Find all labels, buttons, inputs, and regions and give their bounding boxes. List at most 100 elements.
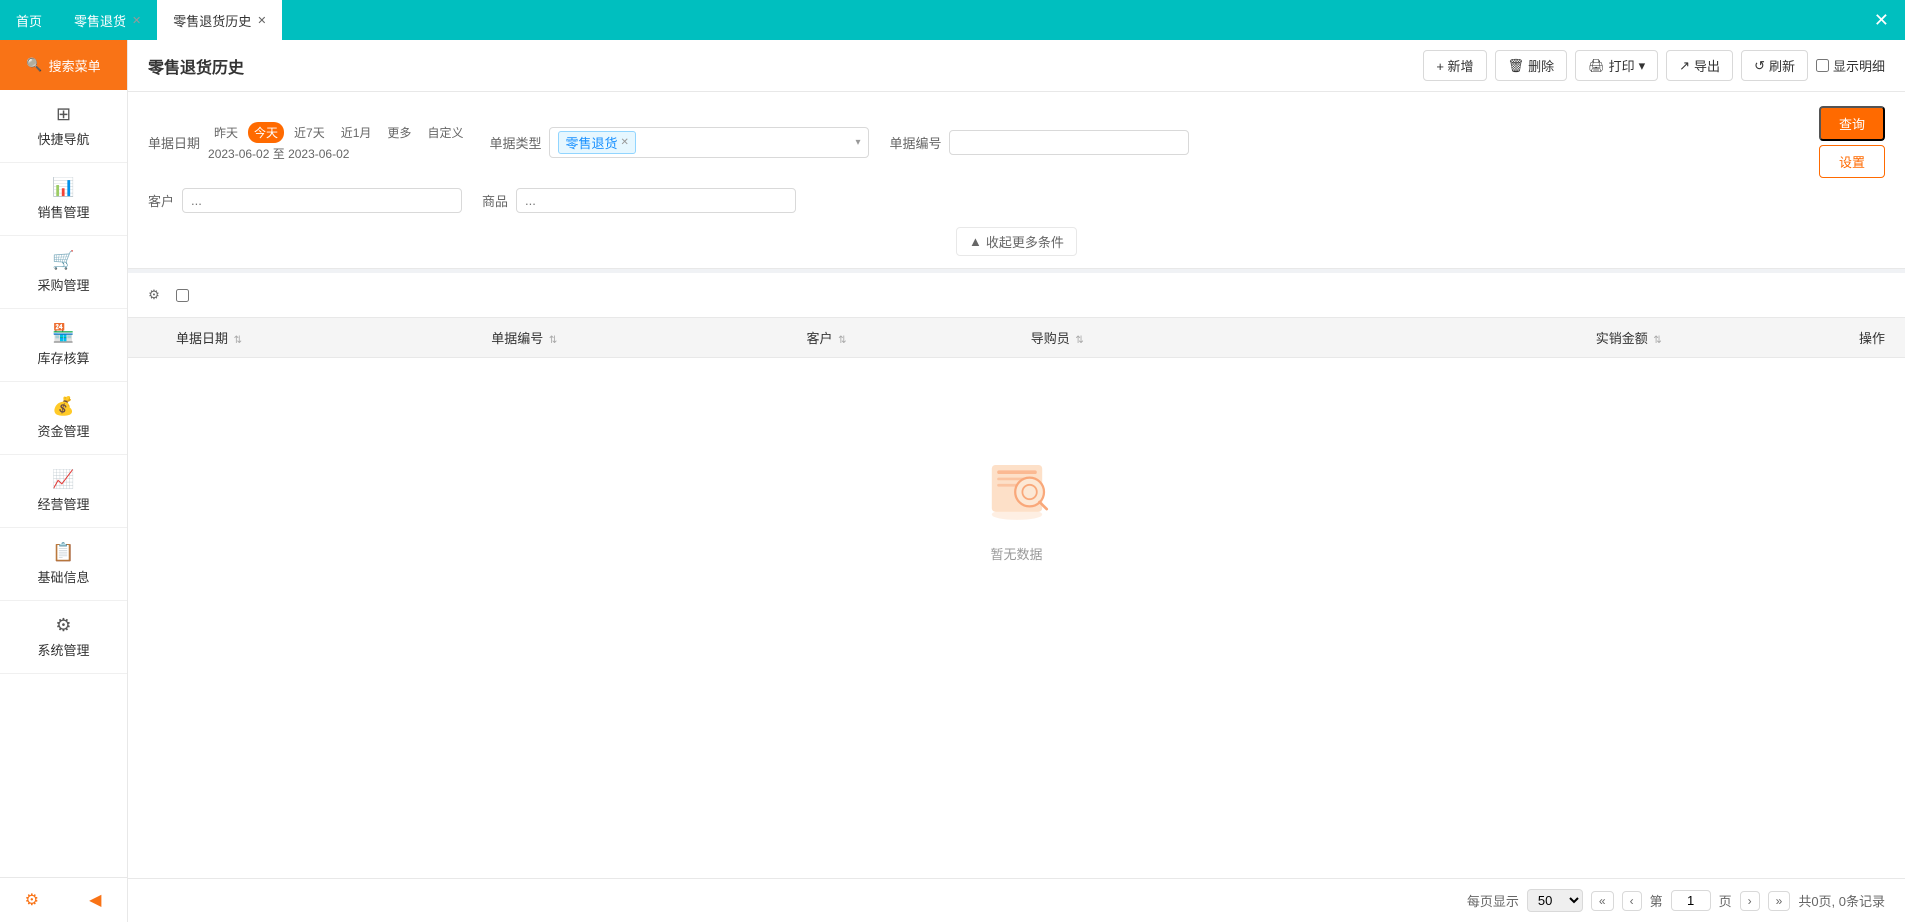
doc-type-arrow-icon: ▾: [855, 137, 860, 148]
date-range-display: 2023-06-02 至 2023-06-02: [208, 145, 469, 162]
filter-row-2: 客户 商品: [148, 188, 1885, 213]
th-amount[interactable]: 实销金额 ⇅: [1288, 318, 1701, 358]
filter-area: 单据日期 昨天 今天 近7天 近1月 更多 自定义 2023-06-02 至 2…: [128, 92, 1905, 269]
th-action: 操作: [1702, 318, 1905, 358]
per-page-select[interactable]: 10 20 50 100: [1527, 889, 1583, 912]
customer-label: 客户: [148, 191, 174, 210]
date-label: 单据日期: [148, 133, 200, 152]
page-end-label: 页: [1719, 891, 1732, 910]
sidebar-item-inventory-label: 库存核算: [37, 348, 89, 367]
first-page-button[interactable]: «: [1591, 891, 1614, 911]
table-head: 单据日期 ⇅ 单据编号 ⇅ 客户 ⇅: [128, 318, 1905, 358]
th-guide[interactable]: 导购员 ⇅: [1019, 318, 1289, 358]
search-icon: 🔍: [26, 57, 42, 73]
per-page-label: 每页显示: [1467, 891, 1519, 910]
doc-type-tag-close[interactable]: ✕: [620, 137, 628, 148]
display-detail-checkbox[interactable]: [1816, 59, 1829, 72]
header-actions: + 新增 🗑 删除 🖨 打印 ▾ ↗ 导出 ↺ 刷新: [1423, 50, 1885, 81]
sidebar-item-sales[interactable]: 📊 销售管理: [0, 163, 127, 236]
tab-home[interactable]: 首页: [0, 0, 58, 40]
table-settings-button[interactable]: ⚙: [140, 281, 168, 309]
sidebar-item-basic-info[interactable]: 📋 基础信息: [0, 528, 127, 601]
th-customer[interactable]: 客户 ⇅: [795, 318, 1019, 358]
top-bar: 首页 零售退货 ✕ 零售退货历史 ✕ ✕: [0, 0, 1905, 40]
sidebar-collapse-button[interactable]: ◀: [64, 878, 128, 922]
filter-customer: 客户: [148, 188, 462, 213]
sidebar-item-system[interactable]: ⚙ 系统管理: [0, 601, 127, 674]
page-label: 第: [1650, 891, 1663, 910]
sort-amount-icon: ⇅: [1653, 335, 1661, 346]
setting-button[interactable]: 设置: [1819, 145, 1885, 178]
sidebar-item-purchase-label: 采购管理: [37, 275, 89, 294]
date-shortcuts-group: 昨天 今天 近7天 近1月 更多 自定义 2023-06-02 至 2023-0…: [208, 122, 469, 162]
tab-retail-return-history-close[interactable]: ✕: [257, 14, 266, 27]
sidebar-item-operations-label: 经营管理: [37, 494, 89, 513]
page-header: 零售退货历史 + 新增 🗑 删除 🖨 打印 ▾ ↗ 导出: [128, 40, 1905, 92]
tab-retail-return[interactable]: 零售退货 ✕: [58, 0, 157, 40]
sidebar-item-operations[interactable]: 📈 经营管理: [0, 455, 127, 528]
empty-state-text: 暂无数据: [990, 544, 1042, 563]
sidebar-item-shortcuts[interactable]: ⊞ 快捷导航: [0, 90, 127, 163]
next-page-button[interactable]: ›: [1740, 891, 1760, 911]
print-icon: 🖨: [1588, 58, 1605, 74]
date-shortcut-7days[interactable]: 近7天: [288, 122, 331, 143]
empty-state-icon: [972, 438, 1062, 528]
sidebar-settings-button[interactable]: ⚙: [0, 878, 64, 922]
customer-input[interactable]: [182, 188, 462, 213]
print-button[interactable]: 🖨 打印 ▾: [1575, 50, 1658, 81]
refresh-button[interactable]: ↺ 刷新: [1741, 50, 1808, 81]
purchase-icon: 🛒: [52, 250, 74, 271]
inventory-icon: 🏪: [52, 323, 74, 344]
display-toggle[interactable]: 显示明细: [1816, 56, 1885, 75]
sort-guide-icon: ⇅: [1075, 335, 1083, 346]
sidebar-search[interactable]: 🔍 搜索菜单: [0, 40, 127, 90]
tab-retail-return-history[interactable]: 零售退货历史 ✕: [157, 0, 282, 40]
doc-type-select[interactable]: 零售退货 ✕ ▾: [549, 127, 869, 158]
collapse-icon: ▲: [969, 234, 982, 249]
filter-date: 单据日期 昨天 今天 近7天 近1月 更多 自定义 2023-06-02 至 2…: [148, 122, 469, 162]
sidebar-item-sales-label: 销售管理: [37, 202, 89, 221]
delete-icon: 🗑: [1508, 58, 1525, 74]
window-close-button[interactable]: ✕: [1858, 10, 1905, 31]
goods-input[interactable]: [516, 188, 796, 213]
refresh-icon: ↺: [1754, 58, 1765, 74]
date-shortcut-yesterday[interactable]: 昨天: [208, 122, 244, 143]
prev-page-button[interactable]: ‹: [1622, 891, 1642, 911]
tab-retail-return-close[interactable]: ✕: [132, 14, 141, 27]
doc-number-input[interactable]: [949, 130, 1189, 155]
main-layout: 🔍 搜索菜单 ⊞ 快捷导航 📊 销售管理 🛒 采购管理 🏪 库存核算 💰 资金管…: [0, 40, 1905, 922]
sidebar-item-purchase[interactable]: 🛒 采购管理: [0, 236, 127, 309]
tab-list: 首页 零售退货 ✕ 零售退货历史 ✕: [0, 0, 1858, 40]
sort-date-icon: ⇅: [234, 335, 242, 346]
th-doc-number[interactable]: 单据编号 ⇅: [479, 318, 794, 358]
date-shortcut-more[interactable]: 更多: [381, 122, 417, 143]
date-shortcuts: 昨天 今天 近7天 近1月 更多 自定义: [208, 122, 469, 143]
collapse-filter-button[interactable]: ▲ 收起更多条件: [956, 227, 1077, 256]
query-button[interactable]: 查询: [1819, 106, 1885, 141]
query-actions: 查询 设置: [1819, 106, 1885, 178]
date-shortcut-today[interactable]: 今天: [248, 122, 284, 143]
th-date[interactable]: 单据日期 ⇅: [164, 318, 479, 358]
select-all-checkbox[interactable]: [176, 289, 189, 302]
export-button[interactable]: ↗ 导出: [1666, 50, 1733, 81]
table-toolbar: ⚙: [128, 273, 1905, 318]
sidebar-item-finance[interactable]: 💰 资金管理: [0, 382, 127, 455]
page-number-input[interactable]: 1: [1671, 890, 1711, 911]
filter-doc-number: 单据编号: [889, 130, 1189, 155]
pagination: 每页显示 10 20 50 100 « ‹ 第 1 页 › » 共0页, 0条记…: [128, 878, 1905, 922]
last-page-button[interactable]: »: [1768, 891, 1791, 911]
system-icon: ⚙: [55, 615, 71, 636]
print-arrow-icon: ▾: [1639, 58, 1646, 74]
delete-button[interactable]: 🗑 删除: [1495, 50, 1568, 81]
page-title: 零售退货历史: [148, 54, 244, 78]
filter-doc-type: 单据类型 零售退货 ✕ ▾: [489, 127, 869, 158]
sort-customer-icon: ⇅: [838, 335, 846, 346]
date-shortcut-custom[interactable]: 自定义: [421, 122, 469, 143]
new-button[interactable]: + 新增: [1423, 50, 1486, 81]
sales-icon: 📊: [52, 177, 74, 198]
sidebar-item-inventory[interactable]: 🏪 库存核算: [0, 309, 127, 382]
sidebar-item-basic-info-label: 基础信息: [37, 567, 89, 586]
date-shortcut-1month[interactable]: 近1月: [335, 122, 378, 143]
export-icon: ↗: [1679, 58, 1690, 74]
table-container: ⚙ 单据日期 ⇅ 单据编号 ⇅: [128, 273, 1905, 922]
